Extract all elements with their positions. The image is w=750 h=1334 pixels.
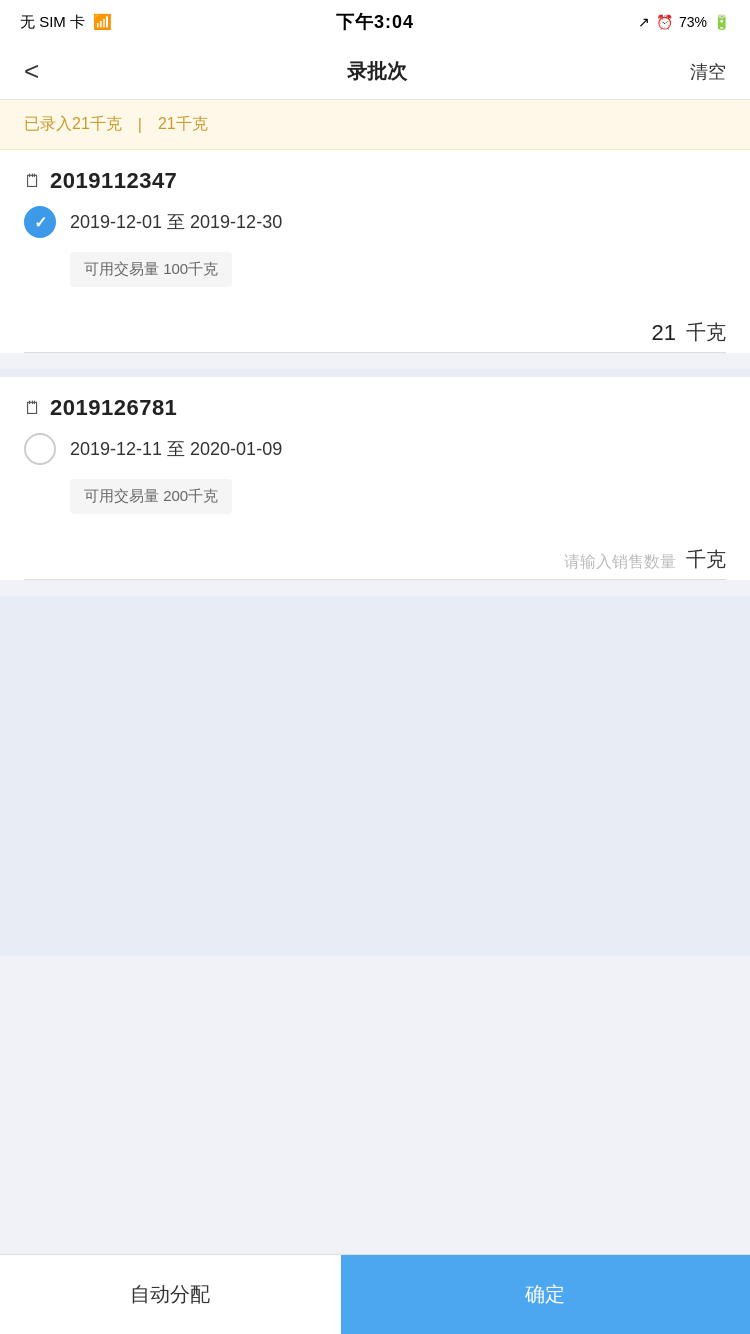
batch-1-radio[interactable] <box>24 206 56 238</box>
batch-1-qty-input[interactable] <box>556 320 676 346</box>
batch-1-underline <box>24 352 726 353</box>
batch-1-available-tag: 可用交易量 100千克 <box>24 252 726 287</box>
summary-divider: | <box>138 116 142 134</box>
batch-1-header: 🗒 2019112347 <box>24 168 726 194</box>
status-time: 下午3:04 <box>336 10 414 34</box>
auto-distribute-button[interactable]: 自动分配 <box>0 1255 341 1334</box>
batch-1-card: 🗒 2019112347 2019-12-01 至 2019-12-30 可用交… <box>0 150 750 353</box>
batch-1-row: 2019-12-01 至 2019-12-30 <box>24 206 726 238</box>
recorded-label: 已录入21千克 <box>24 114 122 135</box>
batch-2-date-range: 2019-12-11 至 2020-01-09 <box>70 437 282 461</box>
status-left: 无 SIM 卡 📶 <box>20 13 112 32</box>
clear-button[interactable]: 清空 <box>690 60 726 84</box>
batch-1-unit: 千克 <box>686 319 726 346</box>
batch-2-card: 🗒 2019126781 2019-12-11 至 2020-01-09 可用交… <box>0 377 750 580</box>
batch-2-underline <box>24 579 726 580</box>
batch-2-available-tag: 可用交易量 200千克 <box>24 479 726 514</box>
location-icon: ↗ <box>638 14 650 30</box>
recorded-value: 21千克 <box>158 114 208 135</box>
wifi-icon: 📶 <box>93 13 112 31</box>
batch-1-icon: 🗒 <box>24 171 42 192</box>
summary-bar: 已录入21千克 | 21千克 <box>0 100 750 150</box>
bottom-area <box>0 596 750 956</box>
batch-2-icon: 🗒 <box>24 398 42 419</box>
batch-2-available: 可用交易量 200千克 <box>70 479 232 514</box>
batch-1-input-row: 千克 <box>0 307 750 346</box>
confirm-button[interactable]: 确定 <box>341 1255 750 1334</box>
back-button[interactable]: < <box>24 56 64 87</box>
status-bar: 无 SIM 卡 📶 下午3:04 ↗ ⏰ 73% 🔋 <box>0 0 750 44</box>
batch-1-available: 可用交易量 100千克 <box>70 252 232 287</box>
batch-2-radio[interactable] <box>24 433 56 465</box>
batch-1-date-range: 2019-12-01 至 2019-12-30 <box>70 210 282 234</box>
batch-2-number: 2019126781 <box>50 395 177 421</box>
battery-label: 73% <box>679 14 707 30</box>
battery-icon: 🔋 <box>713 14 730 30</box>
footer: 自动分配 确定 <box>0 1254 750 1334</box>
batch-2-input-row: 千克 <box>0 534 750 573</box>
batch-2-row: 2019-12-11 至 2020-01-09 <box>24 433 726 465</box>
status-right: ↗ ⏰ 73% 🔋 <box>638 14 730 30</box>
batch-1-number: 2019112347 <box>50 168 177 194</box>
batch-2-unit: 千克 <box>686 546 726 573</box>
nav-bar: < 录批次 清空 <box>0 44 750 100</box>
alarm-icon: ⏰ <box>656 14 673 30</box>
batch-2-header: 🗒 2019126781 <box>24 395 726 421</box>
page-title: 录批次 <box>347 58 407 85</box>
carrier-label: 无 SIM 卡 <box>20 13 85 32</box>
batch-2-qty-input[interactable] <box>556 547 676 573</box>
section-divider <box>0 369 750 377</box>
